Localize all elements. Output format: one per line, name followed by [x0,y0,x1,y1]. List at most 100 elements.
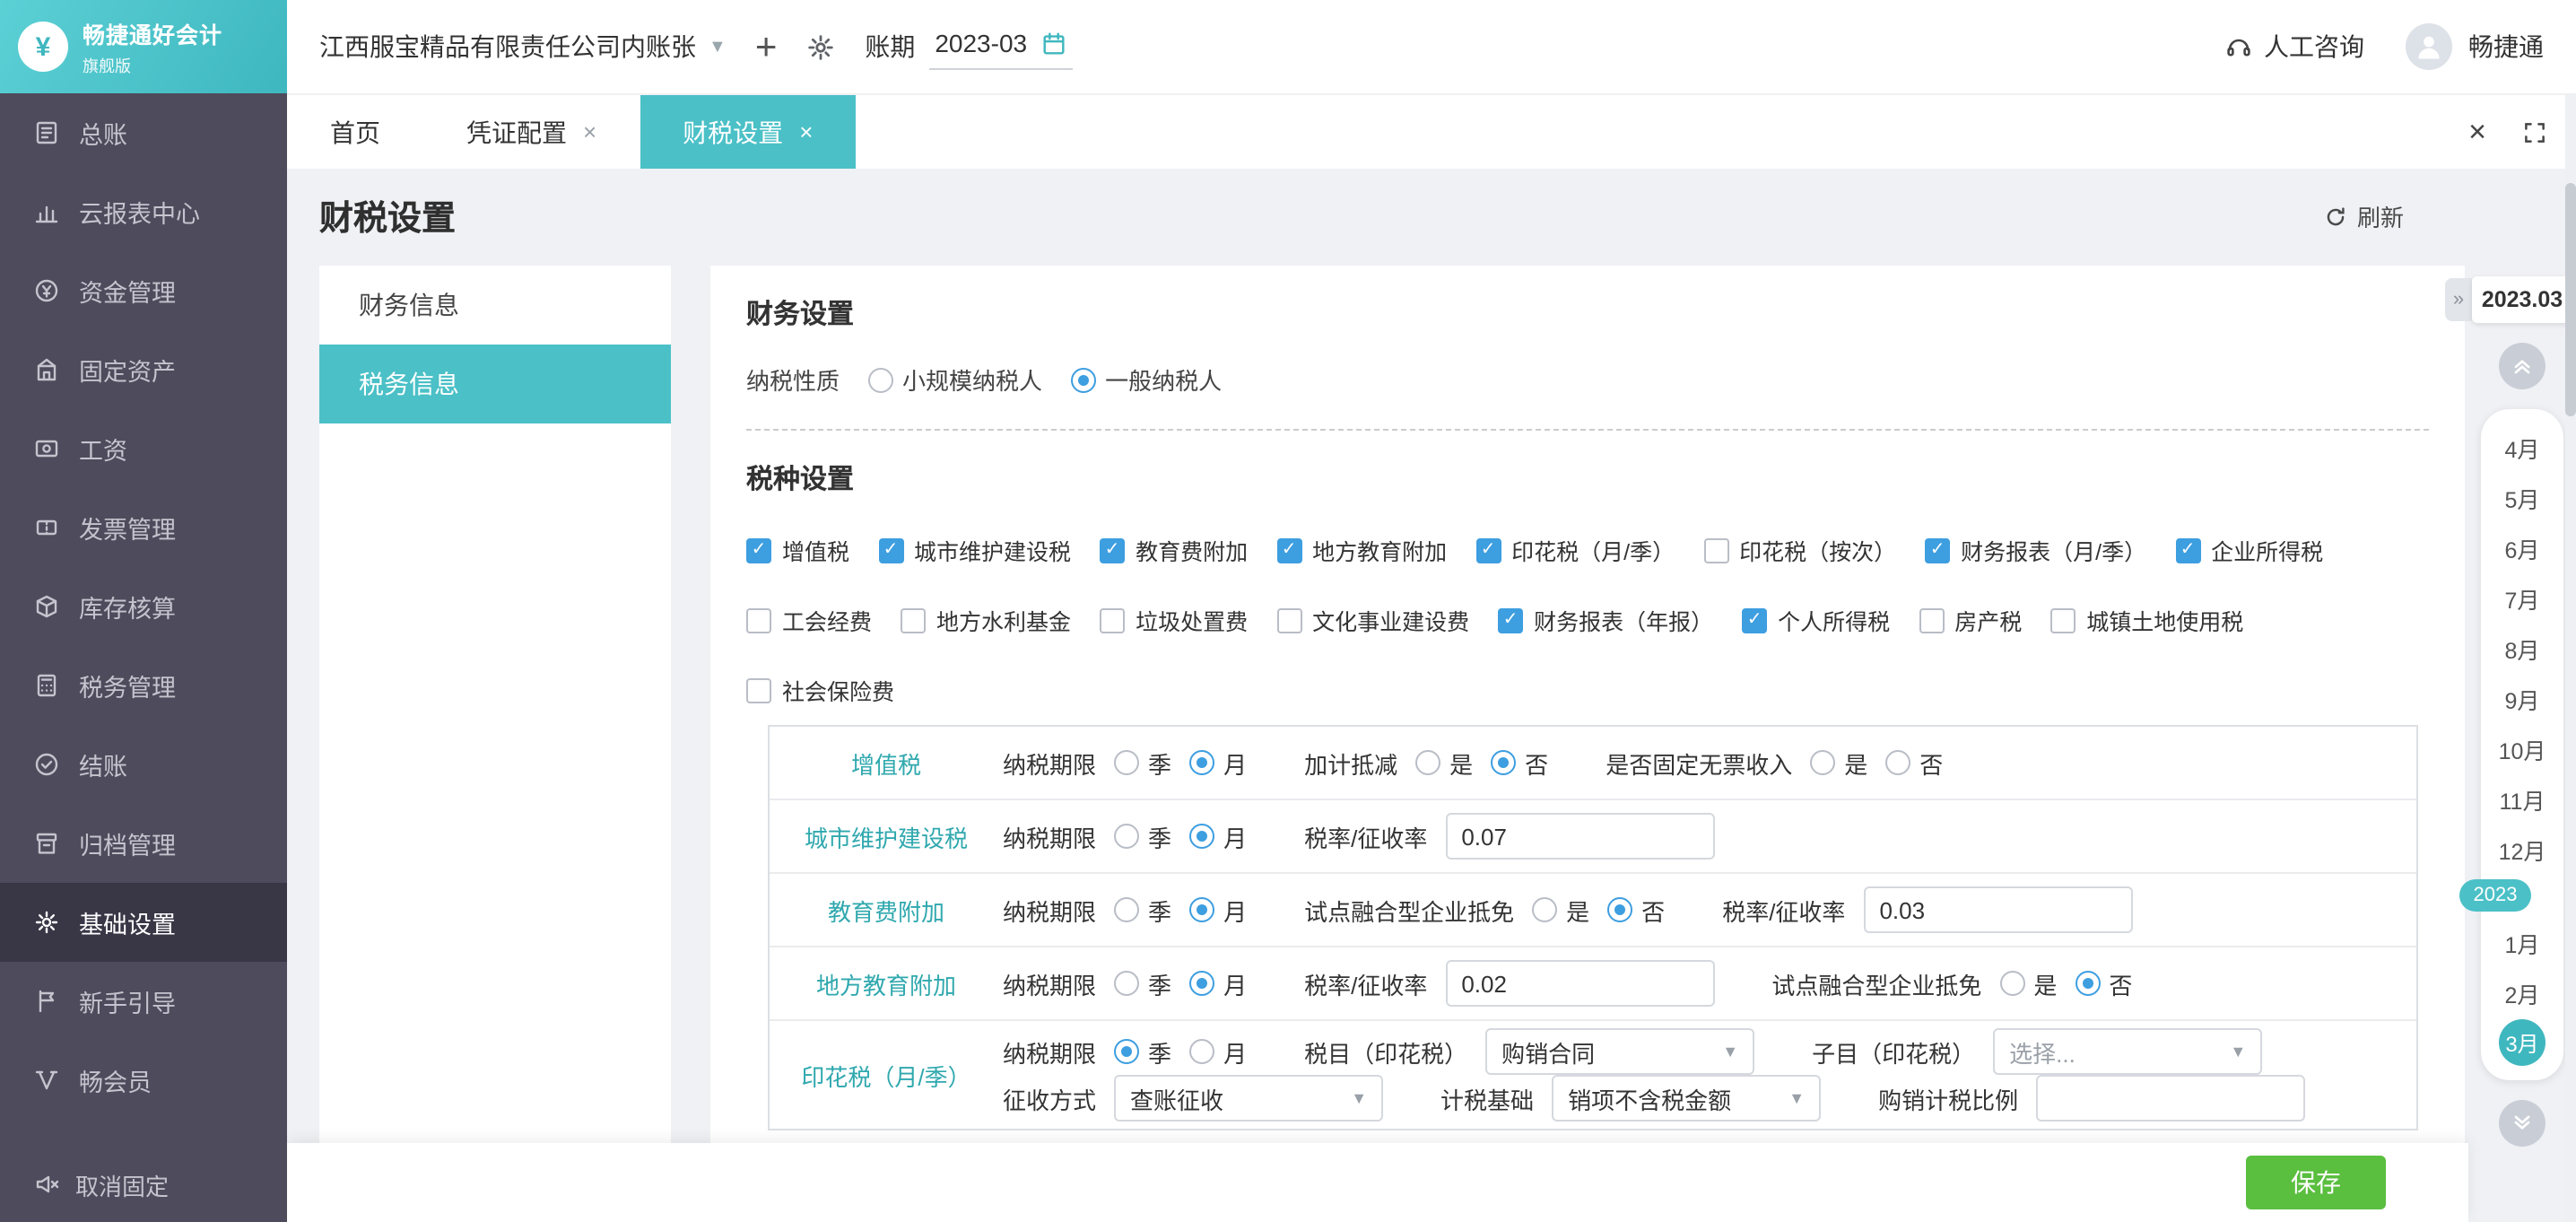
radio-deduct-no[interactable]: 否 [1491,746,1548,780]
fullscreen-icon[interactable] [2522,119,2547,144]
sidebar-item-invoice-management[interactable]: 发票管理 [0,488,287,567]
row-title-link[interactable]: 增值税 [770,746,1003,780]
radio-stamp-quarter[interactable]: 季 [1114,1034,1171,1069]
manual-consult-button[interactable]: 人工咨询 [2224,29,2364,65]
radio-local-month[interactable]: 月 [1189,966,1247,1000]
checkbox-urban-land-use-tax[interactable]: 城镇土地使用税 [2050,603,2243,637]
period-picker[interactable]: 2023-03 [929,23,1073,70]
stamp-ratio-input[interactable] [2036,1075,2306,1122]
sidebar-item-tax-management[interactable]: 税务管理 [0,646,287,725]
radio-local-pilot-yes[interactable]: 是 [1999,966,2057,1000]
month-item-aug[interactable]: 8月 [2481,623,2563,673]
radio-edu-pilot-no[interactable]: 否 [1607,893,1665,927]
radio-edu-quarter[interactable]: 季 [1114,893,1171,927]
row-title-link[interactable]: 印花税（月/季） [770,1058,1003,1092]
month-item-oct[interactable]: 10月 [2481,723,2563,773]
month-item-feb[interactable]: 2月 [2481,967,2563,1017]
sidebar-item-member[interactable]: 畅会员 [0,1041,287,1120]
save-button[interactable]: 保存 [2246,1156,2386,1209]
stamp-subitem-select[interactable]: 选择... ▼ [1993,1028,2263,1075]
radio-edu-month[interactable]: 月 [1189,893,1247,927]
company-selector[interactable]: 江西服宝精品有限责任公司内账张 ▼ [319,29,727,65]
tab-close-icon[interactable]: × [583,120,596,144]
radio-local-pilot-no[interactable]: 否 [2075,966,2132,1000]
subnav-item-tax-info[interactable]: 税务信息 [319,345,671,423]
radio-deduct-yes[interactable]: 是 [1415,746,1473,780]
month-item-jul[interactable]: 7月 [2481,572,2563,623]
checkbox-stamp-tax-monthly[interactable]: 印花税（月/季） [1475,533,1675,567]
row-title-link[interactable]: 地方教育附加 [770,966,1003,1000]
radio-noinvoice-no[interactable]: 否 [1885,746,1943,780]
radio-vat-quarter[interactable]: 季 [1114,746,1171,780]
settings-gear-button[interactable] [805,31,836,62]
month-item-mar-selected[interactable]: 3月 [2481,1017,2563,1068]
month-item-nov[interactable]: 11月 [2481,773,2563,824]
sidebar-item-closing[interactable]: 结账 [0,725,287,804]
checkbox-financial-statements-annual[interactable]: 财务报表（年报） [1498,603,1713,637]
checkbox-local-education-surcharge[interactable]: 地方教育附加 [1276,533,1447,567]
tab-tax-settings[interactable]: 财税设置 × [640,95,857,169]
sidebar-item-fixed-assets[interactable]: 固定资产 [0,330,287,409]
edu-rate-input[interactable] [1863,886,2133,933]
checkbox-stamp-tax-per-time[interactable]: 印花税（按次） [1703,533,1896,567]
refresh-button[interactable]: 刷新 [2323,199,2404,233]
scrollbar-thumb[interactable] [2565,183,2576,416]
checkbox-cultural-construction-fee[interactable]: 文化事业建设费 [1276,603,1469,637]
sidebar-item-payroll[interactable]: 工资 [0,409,287,488]
month-item-apr[interactable]: 4月 [2481,422,2563,472]
sidebar-item-beginner-guide[interactable]: 新手引导 [0,962,287,1041]
radio-icon [1885,750,1911,775]
tab-home[interactable]: 首页 [287,95,423,169]
scroll-months-up-button[interactable] [2499,343,2546,389]
avatar[interactable] [2406,23,2452,70]
month-item-may[interactable]: 5月 [2481,472,2563,522]
local-rate-input[interactable] [1445,960,1715,1007]
sidebar-item-fund-management[interactable]: 资金管理 [0,251,287,330]
sidebar-item-basic-settings[interactable]: 基础设置 [0,883,287,962]
close-all-tabs-button[interactable]: × [2468,114,2486,150]
subnav-item-finance-info[interactable]: 财务信息 [319,266,671,345]
checkbox-vat[interactable]: 增值税 [746,533,849,567]
row-title-link[interactable]: 教育费附加 [770,893,1003,927]
checkbox-property-tax[interactable]: 房产税 [1919,603,2022,637]
checkbox-personal-income-tax[interactable]: 个人所得税 [1742,603,1890,637]
unpin-sidebar-button[interactable]: 取消固定 [0,1147,287,1222]
radio-urban-quarter[interactable]: 季 [1114,819,1171,853]
radio-general-taxpayer[interactable]: 一般纳税人 [1071,362,1222,397]
sidebar-item-archive[interactable]: 归档管理 [0,804,287,883]
checkbox-union-funds[interactable]: 工会经费 [746,603,872,637]
month-item-jan[interactable]: 1月 [2481,917,2563,967]
radio-urban-month[interactable]: 月 [1189,819,1247,853]
add-account-set-button[interactable]: + [755,28,778,65]
sidebar-item-cloud-reports[interactable]: 云报表中心 [0,172,287,251]
stamp-item-select[interactable]: 购销合同 ▼ [1485,1028,1755,1075]
row-title-link[interactable]: 城市维护建设税 [770,819,1003,853]
stamp-method-select[interactable]: 查账征收 ▼ [1114,1075,1384,1122]
radio-local-quarter[interactable]: 季 [1114,966,1171,1000]
radio-stamp-month[interactable]: 月 [1189,1034,1247,1069]
radio-small-scale-taxpayer[interactable]: 小规模纳税人 [868,362,1042,397]
radio-vat-month[interactable]: 月 [1189,746,1247,780]
checkbox-urban-construction-tax[interactable]: 城市维护建设税 [878,533,1071,567]
checkbox-corporate-income-tax[interactable]: 企业所得税 [2175,533,2323,567]
radio-edu-pilot-yes[interactable]: 是 [1532,893,1589,927]
checkbox-garbage-disposal-fee[interactable]: 垃圾处置费 [1100,603,1248,637]
month-item-jun[interactable]: 6月 [2481,522,2563,572]
radio-noinvoice-yes[interactable]: 是 [1810,746,1867,780]
checkbox-education-surcharge[interactable]: 教育费附加 [1100,533,1248,567]
checkbox-financial-statements-monthly[interactable]: 财务报表（月/季） [1925,533,2146,567]
stamp-basis-select[interactable]: 销项不含税金额 ▼ [1552,1075,1822,1122]
vertical-scrollbar[interactable] [2565,93,2576,1222]
month-item-sep[interactable]: 9月 [2481,673,2563,723]
sidebar-item-inventory[interactable]: 库存核算 [0,567,287,646]
checkbox-water-conservancy-fund[interactable]: 地方水利基金 [901,603,1071,637]
month-item-dec[interactable]: 12月 [2481,824,2563,874]
scroll-months-down-button[interactable] [2499,1100,2546,1147]
collapse-panel-icon[interactable]: » [2445,278,2472,321]
urban-rate-input[interactable] [1445,813,1715,860]
username[interactable]: 畅捷通 [2468,29,2544,65]
sidebar-item-general-ledger[interactable]: 总账 [0,93,287,172]
tab-voucher-config[interactable]: 凭证配置 × [423,95,640,169]
checkbox-social-insurance-fee[interactable]: 社会保险费 [746,673,894,707]
tab-close-icon[interactable]: × [799,120,813,144]
